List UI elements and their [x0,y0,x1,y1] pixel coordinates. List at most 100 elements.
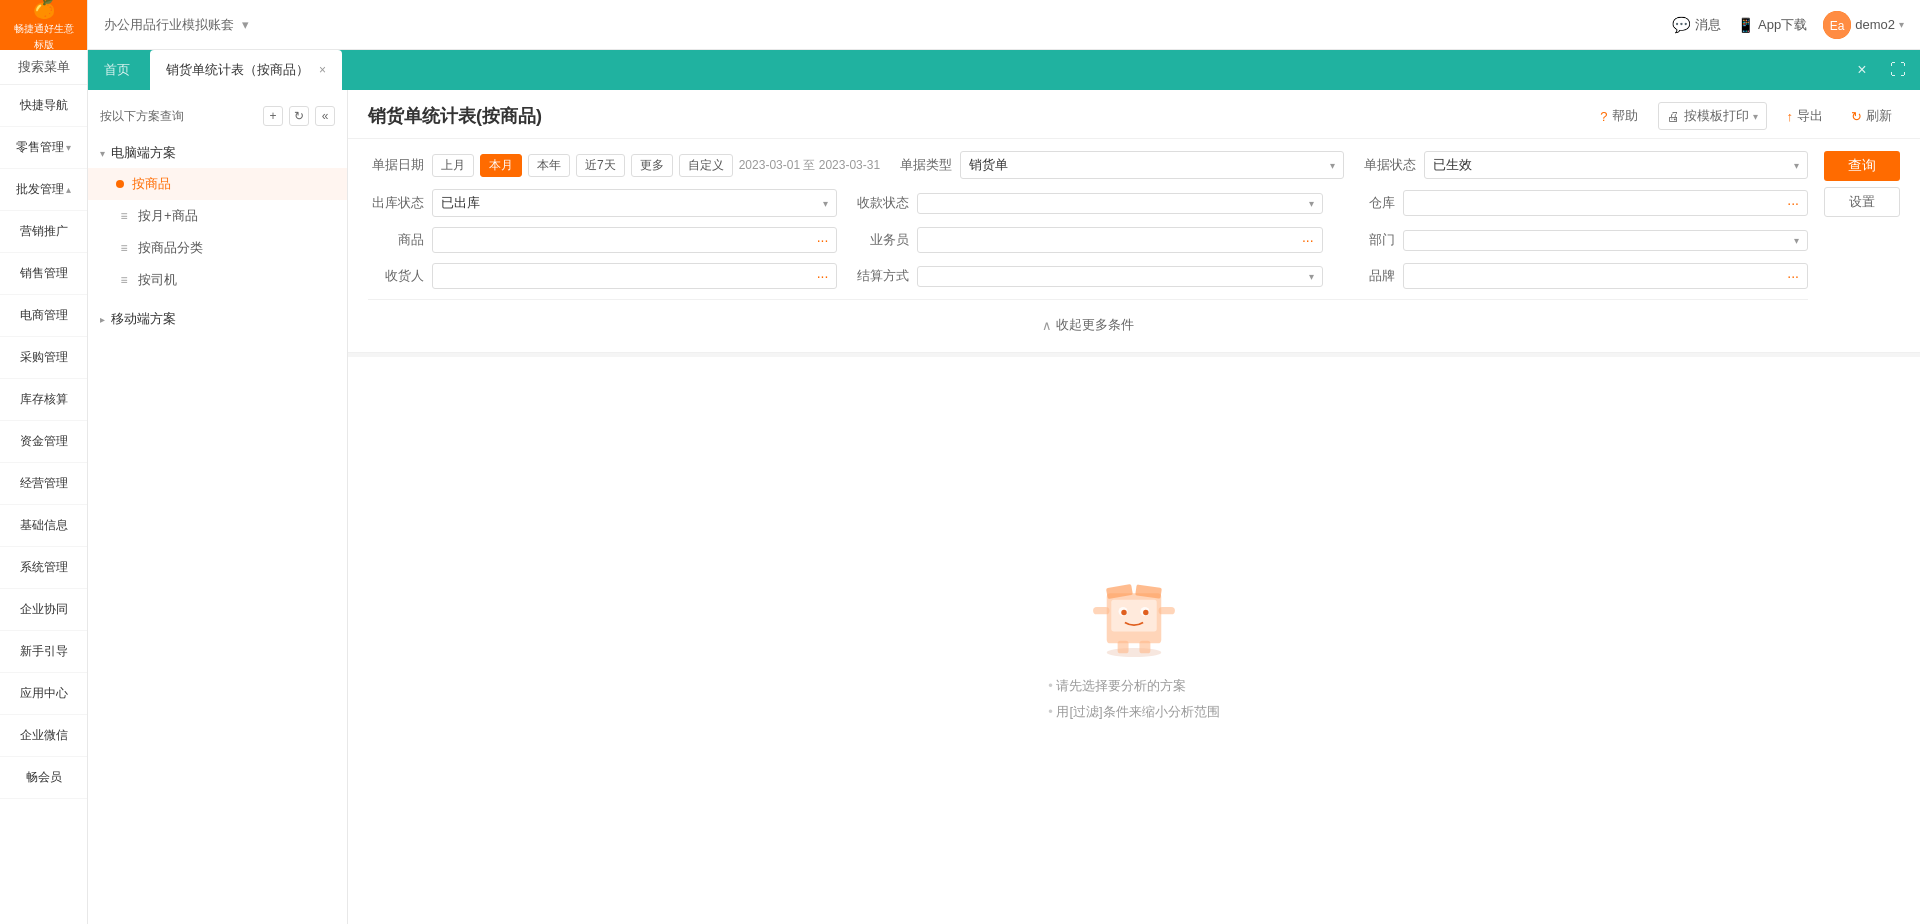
empty-tip-1: 请先选择要分析的方案 [1048,673,1219,699]
scheme-group-mobile-title[interactable]: ▸ 移动端方案 [88,304,347,334]
message-btn[interactable]: 💬 消息 [1672,16,1721,34]
warehouse-input[interactable]: ··· [1403,190,1808,216]
scheme-group-pc-title[interactable]: ▾ 电脑端方案 [88,138,347,168]
svg-point-8 [1143,609,1148,614]
sidebar-item-basic[interactable]: 基础信息 [0,505,87,547]
filter-doc-type: 单据类型 销货单 ▾ [896,151,1344,179]
out-status-label: 出库状态 [368,194,424,212]
receipt-status-select[interactable]: ▾ [917,193,1322,214]
filter-date: 单据日期 上月 本月 本年 近7天 更多 自定义 2023-03-01 至 20… [368,154,880,177]
recipient-dots[interactable]: ··· [817,268,829,284]
collapse-filter-btn[interactable]: ∧ 收起更多条件 [1036,310,1140,340]
receipt-status-arrow: ▾ [1309,198,1314,209]
doc-status-value: 已生效 [1433,156,1472,174]
export-btn[interactable]: ↑ 导出 [1779,103,1832,129]
settlement-select[interactable]: ▾ [917,266,1322,287]
sidebar-item-apps[interactable]: 应用中心 [0,673,87,715]
query-btn[interactable]: 查询 [1824,151,1900,181]
scheme-collapse-btn[interactable]: « [315,106,335,126]
scheme-panel: 按以下方案查询 + ↻ « ▾ 电脑端方案 按商品 [88,90,348,924]
doc-type-arrow: ▾ [1330,160,1335,171]
sidebar-item-quick-nav[interactable]: 快捷导航 [0,85,87,127]
filter-row-1: 单据日期 上月 本月 本年 近7天 更多 自定义 2023-03-01 至 20… [368,151,1808,179]
scheme-item-by-product[interactable]: 按商品 [88,168,347,200]
sidebar-item-marketing[interactable]: 营销推广 [0,211,87,253]
date-btn-more[interactable]: 更多 [631,154,673,177]
doc-type-select[interactable]: 销货单 ▾ [960,151,1344,179]
svg-rect-14 [1139,640,1150,653]
dropdown-arrow[interactable]: ▾ [242,17,249,32]
home-label: 首页 [104,61,130,79]
filter-recipient: 收货人 ··· [368,263,837,289]
tab-report[interactable]: 销货单统计表（按商品） × [150,50,342,90]
tab-close-window[interactable]: × [1848,56,1876,84]
industry-label: 办公用品行业模拟账套 [104,16,234,34]
scheme-header-title: 按以下方案查询 [100,108,255,125]
page-title: 销货单统计表(按商品) [368,104,542,128]
sidebar-item-newbie[interactable]: 新手引导 [0,631,87,673]
out-status-arrow: ▾ [823,198,828,209]
sidebar-search[interactable]: 搜索菜单 [0,50,87,85]
sidebar-item-retail[interactable]: 零售管理 ▾ [0,127,87,169]
app-download-btn[interactable]: 📱 App下载 [1737,16,1807,34]
scheme-header: 按以下方案查询 + ↻ « [88,98,347,134]
salesman-input[interactable]: ··· [917,227,1322,253]
sidebar-item-finance[interactable]: 资金管理 [0,421,87,463]
filter-out-status: 出库状态 已出库 ▾ [368,189,837,217]
dept-select[interactable]: ▾ [1403,230,1808,251]
sidebar-item-sales[interactable]: 销售管理 [0,253,87,295]
sidebar-item-member[interactable]: 畅会员 [0,757,87,799]
user-menu[interactable]: Ea demo2 ▾ [1823,11,1904,39]
sidebar-item-inventory[interactable]: 库存核算 [0,379,87,421]
sidebar-item-ecommerce[interactable]: 电商管理 [0,295,87,337]
date-btn-this-year[interactable]: 本年 [528,154,570,177]
export-icon: ↑ [1787,109,1794,124]
date-btn-last-month[interactable]: 上月 [432,154,474,177]
sidebar-item-wechat[interactable]: 企业微信 [0,715,87,757]
date-btn-this-month[interactable]: 本月 [480,154,522,177]
settings-btn[interactable]: 设置 [1824,187,1900,217]
tab-bar: 首页 销货单统计表（按商品） × × ⛶ [88,50,1920,90]
scheme-refresh-btn[interactable]: ↻ [289,106,309,126]
scheme-item-by-driver[interactable]: ≡ 按司机 [88,264,347,296]
pc-group-arrow: ▾ [100,148,105,159]
warehouse-dots[interactable]: ··· [1787,195,1799,211]
refresh-btn[interactable]: ↻ 刷新 [1843,103,1900,129]
brand-dots[interactable]: ··· [1787,268,1799,284]
date-filter: 上月 本月 本年 近7天 更多 自定义 2023-03-01 至 2023-03… [432,154,880,177]
product-dots[interactable]: ··· [817,232,829,248]
active-dot [116,180,124,188]
scheme-add-btn[interactable]: + [263,106,283,126]
sidebar-item-purchase[interactable]: 采购管理 [0,337,87,379]
date-btn-custom[interactable]: 自定义 [679,154,733,177]
sidebar: 🍊 畅捷通好生意 标版 搜索菜单 快捷导航 零售管理 ▾ 批发管理 ▴ 营销推广… [0,0,88,924]
scheme-item-by-month-product[interactable]: ≡ 按月+商品 [88,200,347,232]
recipient-input[interactable]: ··· [432,263,837,289]
help-btn[interactable]: ? 帮助 [1592,103,1645,129]
top-header: 办公用品行业模拟账套 ▾ 💬 消息 📱 App下载 Ea demo2 [88,0,1920,50]
category-icon: ≡ [116,240,132,256]
filter-salesman: 业务员 ··· [853,227,1322,253]
svg-rect-13 [1118,640,1129,653]
print-template-btn[interactable]: 🖨 按模板打印 ▾ [1658,102,1767,130]
right-panel: 销货单统计表(按商品) ? 帮助 🖨 按模板打印 ▾ ↑ [348,90,1920,924]
main-area: 办公用品行业模拟账套 ▾ 💬 消息 📱 App下载 Ea demo2 [88,0,1920,924]
tab-maximize[interactable]: ⛶ [1884,56,1912,84]
help-label: 帮助 [1612,107,1638,125]
product-input[interactable]: ··· [432,227,837,253]
sidebar-item-enterprise[interactable]: 企业协同 [0,589,87,631]
sidebar-item-wholesale[interactable]: 批发管理 ▴ [0,169,87,211]
message-label: 消息 [1695,16,1721,34]
doc-status-select[interactable]: 已生效 ▾ [1424,151,1808,179]
sidebar-item-system[interactable]: 系统管理 [0,547,87,589]
tab-close-icon[interactable]: × [319,63,326,77]
scheme-item-by-category[interactable]: ≡ 按商品分类 [88,232,347,264]
tab-home[interactable]: 首页 [88,50,146,90]
app-name: 畅捷通好生意 [14,22,74,36]
out-status-select[interactable]: 已出库 ▾ [432,189,837,217]
date-btn-7days[interactable]: 近7天 [576,154,625,177]
brand-input[interactable]: ··· [1403,263,1808,289]
settlement-arrow: ▾ [1309,271,1314,282]
sidebar-item-operations[interactable]: 经营管理 [0,463,87,505]
salesman-dots[interactable]: ··· [1302,232,1314,248]
